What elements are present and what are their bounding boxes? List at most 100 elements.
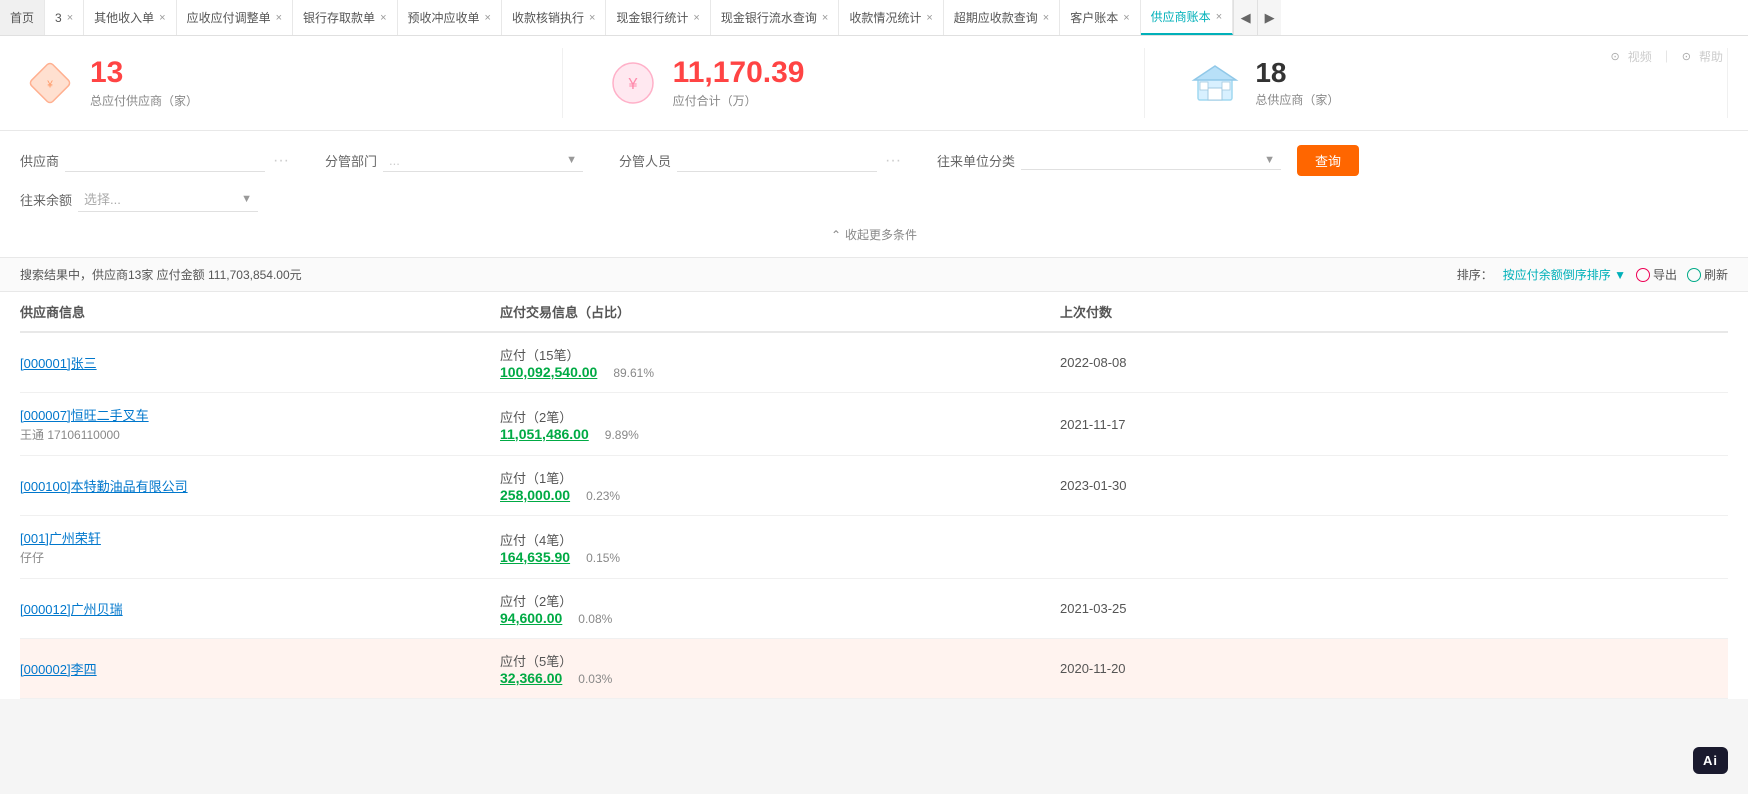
tx-label-4: 应付（2笔） <box>500 591 1060 610</box>
nav-tab-3-close[interactable]: × <box>67 12 73 24</box>
video-link-icon: ⊙ <box>1611 50 1620 63</box>
nav-tab-ar-ap-adjust[interactable]: 应收应付调整单 × <box>177 0 293 35</box>
supplier-sub-1: 王通 17106110000 <box>20 426 500 443</box>
supplier-dots[interactable]: ··· <box>273 152 289 170</box>
date-text-2: 2023-01-30 <box>1060 478 1127 493</box>
supplier-link-3[interactable]: [001]广州荣轩 <box>20 531 101 546</box>
search-area: 供应商 ··· 分管部门 ... ▼ 分管人员 ··· 往来单位分类 ▼ <box>0 131 1748 258</box>
col-header-last-payment: 上次付数 <box>1060 302 1728 321</box>
category-select[interactable]: ▼ <box>1021 151 1281 170</box>
nav-tab-receipt-verify[interactable]: 收款核销执行 × <box>502 0 606 35</box>
col-header-tx: 应付交易信息（占比） <box>500 302 1060 321</box>
supplier-link-0[interactable]: [000001]张三 <box>20 356 97 371</box>
nav-tab-cash-bank-query[interactable]: 现金银行流水查询 × <box>711 0 839 35</box>
last-payment-1: 2021-11-17 <box>1060 417 1728 432</box>
sort-value[interactable]: 按应付余额倒序排序 ▼ <box>1503 266 1626 283</box>
export-label: 导出 <box>1653 266 1677 283</box>
tx-amount-1[interactable]: 11,051,486.00 <box>500 426 589 442</box>
nav-tab-other-income[interactable]: 其他收入单 × <box>84 0 176 35</box>
stat-label-payable-total: 应付合计（万） <box>673 92 805 109</box>
dept-select[interactable]: ... ▼ <box>383 150 583 172</box>
refresh-button[interactable]: 刷新 <box>1687 266 1728 283</box>
nav-tab-cash-bank-stat-close[interactable]: × <box>693 12 699 24</box>
nav-tab-ar-ap-adjust-close[interactable]: × <box>276 12 282 24</box>
supplier-link-5[interactable]: [000002]李四 <box>20 662 97 677</box>
tx-amount-2[interactable]: 258,000.00 <box>500 487 570 503</box>
nav-tab-pre-ar[interactable]: 预收冲应收单 × <box>398 0 502 35</box>
table-row: [001]广州荣轩 仔仔 应付（4笔） 164,635.90 0.15% <box>20 516 1728 579</box>
help-link[interactable]: 帮助 <box>1699 48 1723 65</box>
date-text-4: 2021-03-25 <box>1060 601 1127 616</box>
nav-tab-bank-deposit[interactable]: 银行存取款单 × <box>293 0 397 35</box>
nav-tab-receipt-stat-label: 收款情况统计 <box>849 9 921 26</box>
results-bar: 搜索结果中，供应商13家 应付金额 111,703,854.00元 排序： 按应… <box>0 258 1748 292</box>
nav-tab-other-income-label: 其他收入单 <box>94 9 154 26</box>
stat-label-total-suppliers: 总供应商（家） <box>1255 91 1339 108</box>
nav-tab-overdue-ar[interactable]: 超期应收款查询 × <box>944 0 1060 35</box>
tx-info-4: 应付（2笔） 94,600.00 0.08% <box>500 591 1060 626</box>
export-icon <box>1636 268 1650 282</box>
tx-amount-5[interactable]: 32,366.00 <box>500 670 562 686</box>
nav-tab-customer-ledger-close[interactable]: × <box>1123 12 1129 24</box>
stat-number-suppliers-payable: 13 <box>90 58 198 88</box>
svg-text:¥: ¥ <box>627 76 637 93</box>
header-help-links: ⊙ 视频 ｜ ⊙ 帮助 <box>1606 48 1728 65</box>
nav-tab-other-income-close[interactable]: × <box>159 12 165 24</box>
nav-tab-cash-bank-query-close[interactable]: × <box>822 12 828 24</box>
nav-tab-customer-ledger[interactable]: 客户账本 × <box>1060 0 1140 35</box>
dept-dots: ... <box>389 153 400 168</box>
tx-label-0: 应付（15笔） <box>500 345 1060 364</box>
nav-tab-cash-bank-stat[interactable]: 现金银行统计 × <box>606 0 710 35</box>
video-link[interactable]: 视频 <box>1628 48 1652 65</box>
nav-tab-3[interactable]: 3 × <box>45 0 84 35</box>
refresh-icon <box>1687 268 1701 282</box>
nav-tab-supplier-ledger-close[interactable]: × <box>1216 11 1222 23</box>
ai-badge[interactable]: Ai <box>1693 747 1728 774</box>
person-label: 分管人员 <box>619 151 671 170</box>
tx-amount-0[interactable]: 100,092,540.00 <box>500 364 597 380</box>
stat-icon-store <box>1185 53 1245 113</box>
tx-amount-4[interactable]: 94,600.00 <box>500 610 562 626</box>
tx-info-5: 应付（5笔） 32,366.00 0.03% <box>500 651 1060 686</box>
stat-content-total-suppliers: 18 总供应商（家） <box>1255 59 1339 108</box>
stat-icon-coins: ¥ <box>603 53 663 113</box>
filter-category: 往来单位分类 ▼ <box>937 151 1281 170</box>
export-button[interactable]: 导出 <box>1636 266 1677 283</box>
last-payment-4: 2021-03-25 <box>1060 601 1728 616</box>
filter-supplier: 供应商 ··· <box>20 150 289 172</box>
tx-info-0: 应付（15笔） 100,092,540.00 89.61% <box>500 345 1060 380</box>
stat-number-total-suppliers: 18 <box>1255 59 1339 87</box>
supplier-link-1[interactable]: [000007]恒旺二手叉车 <box>20 408 149 423</box>
nav-tab-supplier-ledger-label: 供应商账本 <box>1151 8 1211 25</box>
help-link-icon: ⊙ <box>1682 50 1691 63</box>
date-text-0: 2022-08-08 <box>1060 355 1127 370</box>
tx-amount-3[interactable]: 164,635.90 <box>500 549 570 565</box>
collapse-icon: ⌃ <box>831 228 841 242</box>
collapse-button[interactable]: ⌃ 收起更多条件 <box>814 222 934 247</box>
person-input[interactable] <box>677 150 877 172</box>
nav-tab-receipt-verify-close[interactable]: × <box>589 12 595 24</box>
tx-percent-1: 9.89% <box>605 428 639 442</box>
nav-tab-bank-deposit-close[interactable]: × <box>380 12 386 24</box>
nav-prev-btn[interactable]: ◀ <box>1233 0 1257 35</box>
nav-tab-supplier-ledger[interactable]: 供应商账本 × <box>1141 0 1233 35</box>
nav-tab-overdue-ar-close[interactable]: × <box>1043 12 1049 24</box>
nav-tab-receipt-stat-close[interactable]: × <box>926 12 932 24</box>
stat-block-payable-total: ¥ 11,170.39 应付合计（万） <box>563 48 1146 118</box>
tx-label-1: 应付（2笔） <box>500 407 1060 426</box>
supplier-input[interactable] <box>65 150 265 172</box>
nav-tab-pre-ar-label: 预收冲应收单 <box>408 9 480 26</box>
nav-tab-pre-ar-close[interactable]: × <box>485 12 491 24</box>
nav-tab-receipt-stat[interactable]: 收款情况统计 × <box>839 0 943 35</box>
query-button[interactable]: 查询 <box>1297 145 1359 176</box>
table-row: [000100]本特勤油品有限公司 应付（1笔） 258,000.00 0.23… <box>20 456 1728 516</box>
balance-select[interactable]: 选择... ▼ <box>78 186 258 212</box>
nav-tab-home-label: 首页 <box>10 9 34 26</box>
person-dots[interactable]: ··· <box>885 152 901 170</box>
nav-next-btn[interactable]: ▶ <box>1257 0 1281 35</box>
supplier-link-2[interactable]: [000100]本特勤油品有限公司 <box>20 479 188 494</box>
nav-tab-bank-deposit-label: 银行存取款单 <box>303 9 375 26</box>
refresh-label: 刷新 <box>1704 266 1728 283</box>
nav-tab-home[interactable]: 首页 <box>0 0 45 35</box>
supplier-link-4[interactable]: [000012]广州贝瑞 <box>20 602 123 617</box>
